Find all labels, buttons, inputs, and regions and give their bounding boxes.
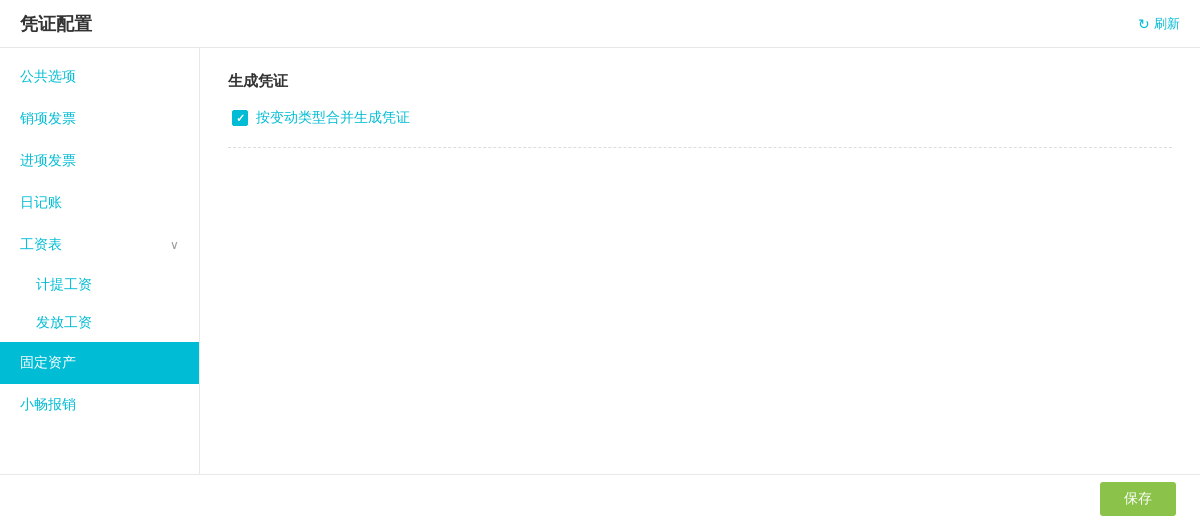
save-button[interactable]: 保存 (1100, 482, 1176, 516)
sidebar-label-fixed-assets: 固定资产 (20, 354, 76, 372)
sidebar-item-purchase-invoice[interactable]: 进项发票 (0, 140, 199, 182)
chevron-down-icon: ∨ (170, 238, 179, 252)
sidebar-item-journal[interactable]: 日记账 (0, 182, 199, 224)
sidebar-item-payroll-table[interactable]: 工资表 ∨ (0, 224, 199, 266)
footer: 保存 (0, 474, 1200, 522)
sidebar-item-sales-invoice[interactable]: 销项发票 (0, 98, 199, 140)
sidebar-label-expense-claim: 小畅报销 (20, 396, 76, 414)
checkbox-label[interactable]: 按变动类型合并生成凭证 (256, 109, 410, 127)
sidebar-item-fixed-assets[interactable]: 固定资产 (0, 342, 199, 384)
sidebar-label-public-options: 公共选项 (20, 68, 76, 86)
checkbox-row: 按变动类型合并生成凭证 (228, 109, 1172, 127)
sidebar: 公共选项销项发票进项发票日记账工资表 ∨ 计提工资发放工资固定资产小畅报销 (0, 48, 200, 474)
body-layout: 公共选项销项发票进项发票日记账工资表 ∨ 计提工资发放工资固定资产小畅报销 生成凭证… (0, 48, 1200, 474)
main-content: 生成凭证 按变动类型合并生成凭证 (200, 48, 1200, 474)
section-title: 生成凭证 (228, 72, 1172, 91)
sidebar-label-sales-invoice: 销项发票 (20, 110, 76, 128)
refresh-button[interactable]: ↻ 刷新 (1138, 15, 1180, 33)
refresh-label: 刷新 (1154, 15, 1180, 33)
sidebar-label-journal: 日记账 (20, 194, 62, 212)
header: 凭证配置 ↻ 刷新 (0, 0, 1200, 48)
page-title: 凭证配置 (20, 12, 92, 36)
sidebar-label-payroll-table: 工资表 (20, 236, 62, 254)
sidebar-item-expense-claim[interactable]: 小畅报销 (0, 384, 199, 426)
sidebar-item-calc-salary[interactable]: 计提工资 (0, 266, 199, 304)
sidebar-item-public-options[interactable]: 公共选项 (0, 56, 199, 98)
merge-by-type-checkbox[interactable] (232, 110, 248, 126)
sidebar-label-purchase-invoice: 进项发票 (20, 152, 76, 170)
refresh-icon: ↻ (1138, 16, 1150, 32)
sidebar-item-pay-salary[interactable]: 发放工资 (0, 304, 199, 342)
section-divider (228, 147, 1172, 148)
